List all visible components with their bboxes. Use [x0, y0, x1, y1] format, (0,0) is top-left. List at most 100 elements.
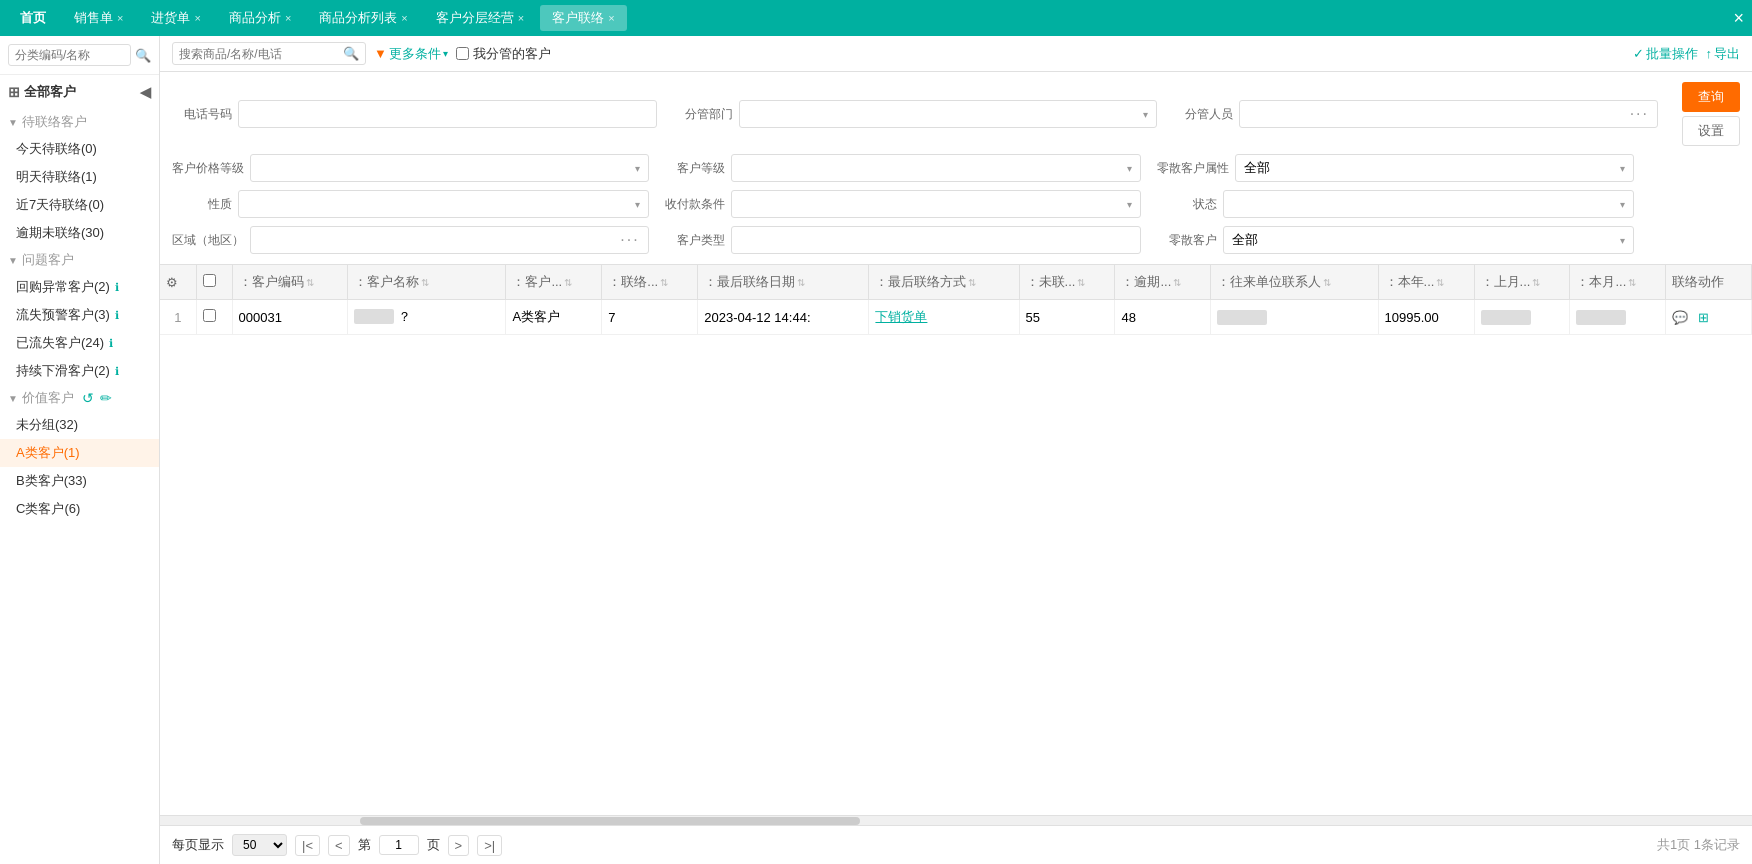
col-this-month: ：本月... ⇅	[1570, 265, 1666, 300]
staff-input[interactable]: ···	[1239, 100, 1658, 128]
prev-page-btn[interactable]: <	[328, 835, 350, 856]
main-search-icon[interactable]: 🔍	[343, 46, 359, 61]
info-icon-churned: ℹ	[109, 337, 113, 349]
retail-attr-value: 全部	[1244, 159, 1270, 177]
per-page-select[interactable]: 50 100 200	[232, 834, 287, 856]
col-last-method-sort[interactable]: ⇅	[968, 277, 976, 288]
sidebar-collapse-icon[interactable]: ◀	[140, 84, 151, 100]
horizontal-scrollbar[interactable]	[160, 815, 1752, 825]
select-all-checkbox[interactable]	[203, 274, 216, 287]
sidebar-item-tomorrow[interactable]: 明天待联络(1)	[0, 163, 159, 191]
row-checkbox-1[interactable]	[196, 300, 232, 335]
nav-tab-sales[interactable]: 销售单 ×	[62, 5, 135, 31]
filter-row-3: 性质 ▾ 收付款条件 ▾ 状态 ▾	[172, 190, 1740, 218]
nav-home[interactable]: 首页	[8, 5, 58, 31]
sidebar-group-pending[interactable]: ▼ 待联络客户	[0, 109, 159, 135]
price-level-input[interactable]: ▾	[250, 154, 649, 182]
qr-icon[interactable]: ⊞	[1698, 310, 1709, 325]
next-page-btn[interactable]: >	[448, 835, 470, 856]
nav-tab-customer-segment[interactable]: 客户分层经营 ×	[424, 5, 536, 31]
retail-customer-input[interactable]: 全部 ▾	[1223, 226, 1634, 254]
settings-icon[interactable]: ⚙	[166, 275, 178, 290]
filter-actions: ✓ 批量操作 ↑ 导出	[1633, 45, 1741, 63]
customer-type-input[interactable]	[731, 226, 1142, 254]
sidebar-item-declining[interactable]: 持续下滑客户(2) ℹ	[0, 357, 159, 385]
customer-type-label: 客户类型	[665, 232, 725, 249]
this-month-blurred	[1576, 310, 1626, 325]
col-name-sort[interactable]: ⇅	[421, 277, 429, 288]
sidebar-group-problem[interactable]: ▼ 问题客户	[0, 247, 159, 273]
sidebar-item-overdue[interactable]: 逾期未联络(30)	[0, 219, 159, 247]
sidebar-item-today[interactable]: 今天待联络(0)	[0, 135, 159, 163]
sidebar-item-churn-warning[interactable]: 流失预警客户(3) ℹ	[0, 301, 159, 329]
dept-input[interactable]: ▾	[739, 100, 1158, 128]
phone-input[interactable]	[238, 100, 657, 128]
filter-buttons: 查询 设置	[1682, 82, 1740, 146]
main-search-input[interactable]	[179, 47, 339, 61]
sidebar-search-icon[interactable]: 🔍	[135, 48, 151, 63]
sidebar-item-churned[interactable]: 已流失客户(24) ℹ	[0, 329, 159, 357]
nature-input[interactable]: ▾	[238, 190, 649, 218]
nav-tab-customer-contact[interactable]: 客户联络 ×	[540, 5, 626, 31]
col-overdue: ：逾期... ⇅	[1115, 265, 1211, 300]
retail-attr-input[interactable]: 全部 ▾	[1235, 154, 1634, 182]
sidebar-item-abnormal[interactable]: 回购异常客户(2) ℹ	[0, 273, 159, 301]
col-code-sort[interactable]: ⇅	[306, 277, 314, 288]
sidebar-item-a-class[interactable]: A类客户(1)	[0, 439, 159, 467]
col-action: 联络动作	[1666, 265, 1752, 300]
row-action-1: 💬 ⊞	[1666, 300, 1752, 335]
status-label: 状态	[1157, 196, 1217, 213]
tab-sales-close[interactable]: ×	[117, 12, 123, 24]
col-name: ：客户名称 ⇅	[348, 265, 506, 300]
chat-icon[interactable]: 💬	[1672, 310, 1688, 325]
nav-tab-analysis-list[interactable]: 商品分析列表 ×	[307, 5, 419, 31]
row-check-1[interactable]	[203, 309, 216, 322]
col-settings[interactable]: ⚙	[160, 265, 196, 300]
col-no-contact-sort[interactable]: ⇅	[1077, 277, 1085, 288]
status-input[interactable]: ▾	[1223, 190, 1634, 218]
tab-customer-contact-close[interactable]: ×	[608, 12, 614, 24]
query-btn[interactable]: 查询	[1682, 82, 1740, 112]
scroll-thumb[interactable]	[360, 817, 860, 825]
more-conditions-btn[interactable]: ▼ 更多条件 ▾	[374, 45, 448, 63]
sidebar: 🔍 ⊞ 全部客户 ◀ ▼ 待联络客户 今天待联络(0) 明天待联络(1) 近7天…	[0, 36, 160, 864]
sidebar-search-input[interactable]	[8, 44, 131, 66]
setting-btn[interactable]: 设置	[1682, 116, 1740, 146]
batch-op-btn[interactable]: ✓ 批量操作	[1633, 45, 1698, 63]
sidebar-item-c-class[interactable]: C类客户(6)	[0, 495, 159, 523]
last-page-btn[interactable]: >|	[477, 835, 502, 856]
export-btn[interactable]: ↑ 导出	[1706, 45, 1741, 63]
col-contacts-label: ：往来单位联系人	[1217, 273, 1321, 291]
nav-tab-analysis[interactable]: 商品分析 ×	[217, 5, 303, 31]
last-method-link[interactable]: 下销货单	[875, 309, 927, 324]
col-ctype-sort[interactable]: ⇅	[564, 277, 572, 288]
region-input[interactable]: ···	[250, 226, 649, 254]
page-input[interactable]	[379, 835, 419, 855]
tab-analysis-list-close[interactable]: ×	[401, 12, 407, 24]
nav-tab-purchase[interactable]: 进货单 ×	[139, 5, 212, 31]
my-customers-checkbox[interactable]: 我分管的客户	[456, 45, 551, 63]
col-contact-count-sort[interactable]: ⇅	[660, 277, 668, 288]
col-contacts-sort[interactable]: ⇅	[1323, 277, 1331, 288]
sidebar-item-ungrouped[interactable]: 未分组(32)	[0, 411, 159, 439]
pay-condition-input[interactable]: ▾	[731, 190, 1142, 218]
sidebar-item-b-class[interactable]: B类客户(33)	[0, 467, 159, 495]
tab-purchase-close[interactable]: ×	[194, 12, 200, 24]
col-last-date-sort[interactable]: ⇅	[797, 277, 805, 288]
tab-customer-segment-close[interactable]: ×	[518, 12, 524, 24]
col-checkbox[interactable]	[196, 265, 232, 300]
edit-icon[interactable]: ✏	[100, 390, 112, 406]
sidebar-item-7days[interactable]: 近7天待联络(0)	[0, 191, 159, 219]
customer-level-input[interactable]: ▾	[731, 154, 1142, 182]
col-this-month-sort[interactable]: ⇅	[1628, 277, 1636, 288]
row-last-month-1	[1474, 300, 1570, 335]
col-this-year-sort[interactable]: ⇅	[1436, 277, 1444, 288]
refresh-icon[interactable]: ↺	[82, 390, 94, 406]
col-overdue-sort[interactable]: ⇅	[1173, 277, 1181, 288]
my-customers-check[interactable]	[456, 47, 469, 60]
window-close-btn[interactable]: ×	[1733, 8, 1744, 29]
tab-analysis-close[interactable]: ×	[285, 12, 291, 24]
sidebar-group-value[interactable]: ▼ 价值客户 ↺ ✏	[0, 385, 159, 411]
first-page-btn[interactable]: |<	[295, 835, 320, 856]
col-last-month-sort[interactable]: ⇅	[1532, 277, 1540, 288]
